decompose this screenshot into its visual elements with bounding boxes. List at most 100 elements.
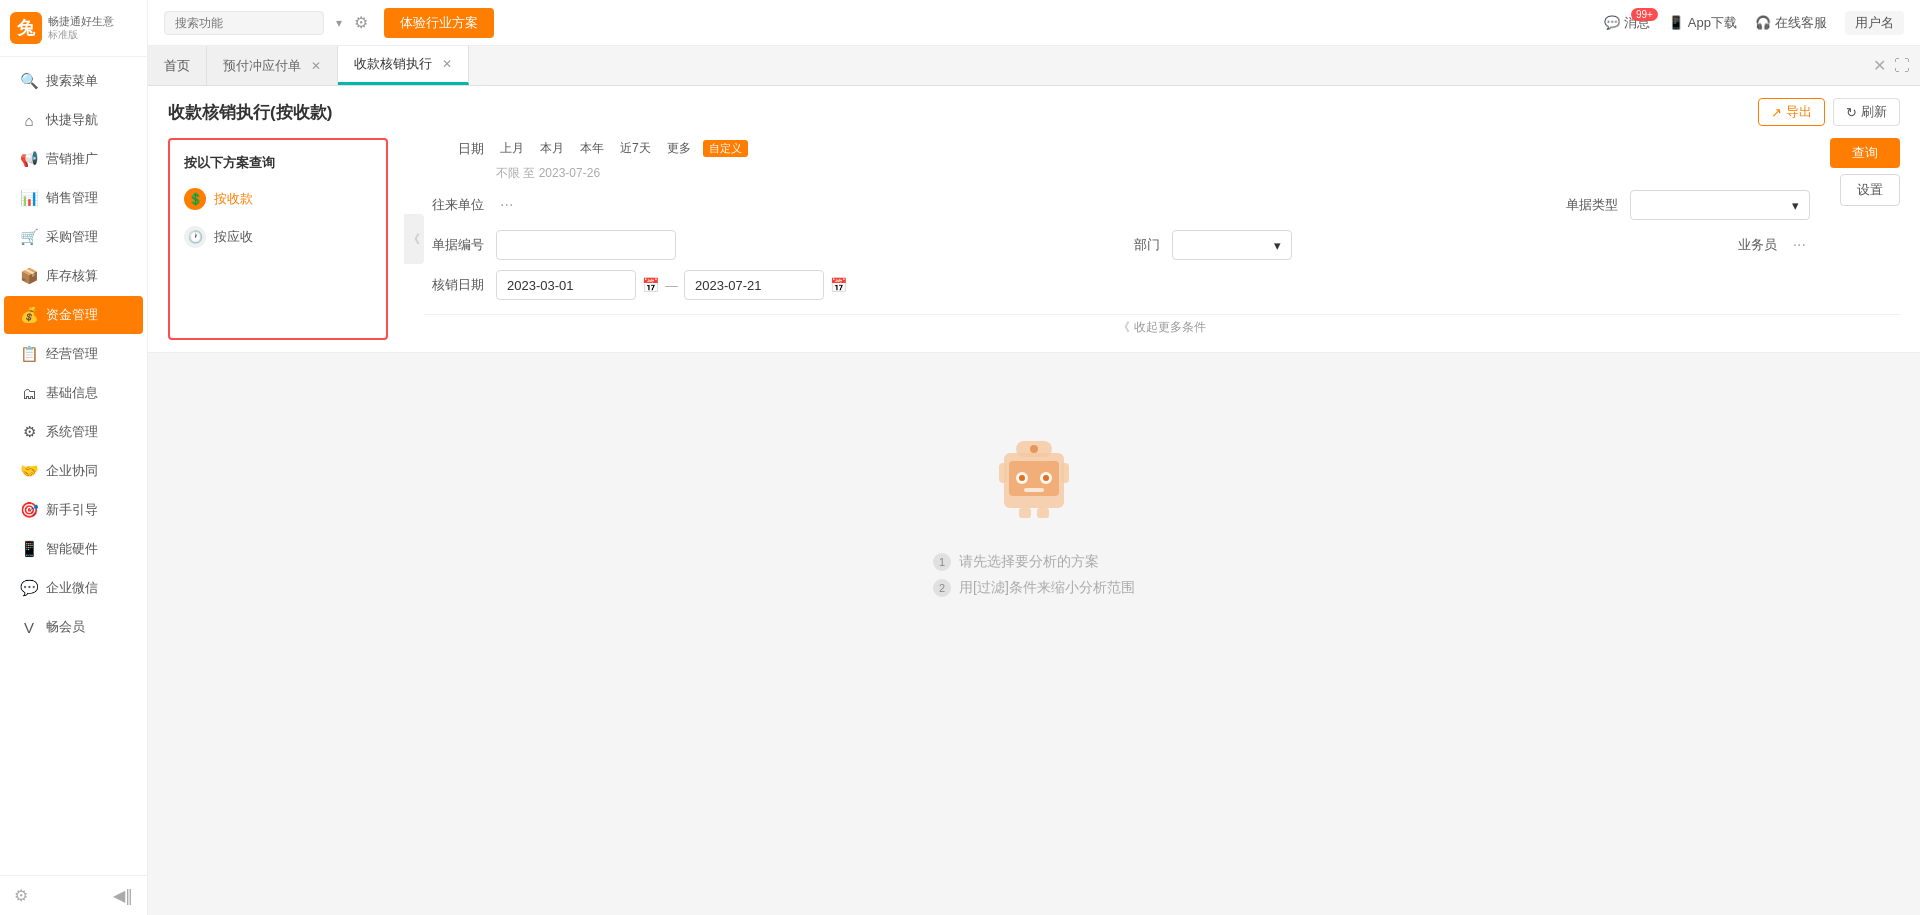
sidebar-item-wechat[interactable]: 💬 企业微信 <box>4 569 143 607</box>
online-service-btn[interactable]: 🎧 在线客服 <box>1755 14 1827 32</box>
shortcut-this-month[interactable]: 本月 <box>536 138 568 159</box>
query-btn[interactable]: 查询 <box>1830 138 1900 168</box>
filter-form: 日期 上月 本月 本年 近7天 更多 自定义 <box>424 138 1900 340</box>
verify-date-from-cal-icon[interactable]: 📅 <box>642 277 659 293</box>
sidebar-item-quick-nav[interactable]: ⌂ 快捷导航 <box>4 101 143 139</box>
dept-select[interactable]: ▾ <box>1172 230 1292 260</box>
marketing-icon: 📢 <box>20 150 38 168</box>
app-name: 畅捷通好生意 <box>48 14 114 28</box>
tab-prepay[interactable]: 预付冲应付单 ✕ <box>207 46 338 85</box>
app-logo: 兔 畅捷通好生意 标准版 <box>0 0 147 57</box>
empty-state: 1 请先选择要分析的方案 2 用[过滤]条件来缩小分析范围 <box>148 353 1920 637</box>
collapse-more-btn[interactable]: 《 收起更多条件 <box>1118 319 1206 336</box>
sidebar-nav: 🔍 搜索菜单 ⌂ 快捷导航 📢 营销推广 📊 销售管理 🛒 采购管理 📦 库存核… <box>0 57 147 875</box>
filter-row-no-limit: 不限 至 2023-07-26 <box>424 165 1810 182</box>
page-content: 收款核销执行(按收款) ↗ 导出 ↻ 刷新 按以下方案 <box>148 86 1920 915</box>
message-btn[interactable]: 💬 消息 99+ <box>1604 14 1650 32</box>
topbar-right: 💬 消息 99+ 📱 App下载 🎧 在线客服 用户名 <box>1604 11 1904 35</box>
docno-input[interactable] <box>496 230 676 260</box>
doctype-chevron-icon: ▾ <box>1792 198 1799 213</box>
wechat-icon: 💬 <box>20 579 38 597</box>
svg-point-4 <box>1019 475 1025 481</box>
collapse-filter-btn[interactable]: 《 <box>404 214 424 264</box>
topbar: ▾ ⚙ 体验行业方案 💬 消息 99+ 📱 App下载 🎧 在线客服 用户名 <box>148 0 1920 46</box>
finance-icon: 💰 <box>20 306 38 324</box>
sidebar-item-label: 新手引导 <box>46 501 98 519</box>
app-label: App下载 <box>1688 14 1737 32</box>
custom-date-badge[interactable]: 自定义 <box>703 140 748 157</box>
filter-actions: 查询 设置 <box>1830 138 1900 206</box>
filter-row-company-doctype: 往来单位 ··· 单据类型 ▾ <box>424 190 1810 220</box>
verify-date-from-input[interactable] <box>496 270 636 300</box>
sidebar-item-basic[interactable]: 🗂 基础信息 <box>4 374 143 412</box>
sidebar-item-system[interactable]: ⚙ 系统管理 <box>4 413 143 451</box>
shortcut-this-year[interactable]: 本年 <box>576 138 608 159</box>
tab-receipts-close-icon[interactable]: ✕ <box>442 57 452 71</box>
sidebar-item-purchase[interactable]: 🛒 采购管理 <box>4 218 143 256</box>
dept-label: 部门 <box>1100 236 1160 254</box>
verify-date-to-cal-icon[interactable]: 📅 <box>830 277 847 293</box>
sidebar-item-search[interactable]: 🔍 搜索菜单 <box>4 62 143 100</box>
app-edition: 标准版 <box>48 28 114 42</box>
sidebar-item-hardware[interactable]: 📱 智能硬件 <box>4 530 143 568</box>
tab-expand-icon[interactable]: ⛶ <box>1894 57 1910 75</box>
app-download-btn[interactable]: 📱 App下载 <box>1668 14 1737 32</box>
filter-panel-title: 按以下方案查询 <box>170 150 386 180</box>
doctype-select[interactable]: ▾ <box>1630 190 1810 220</box>
inventory-icon: 📦 <box>20 267 38 285</box>
settings-icon[interactable]: ⚙ <box>14 886 28 905</box>
sidebar-item-guide[interactable]: 🎯 新手引导 <box>4 491 143 529</box>
filter-by-receivable-label: 按应收 <box>214 228 253 246</box>
svg-rect-9 <box>1019 508 1031 518</box>
sidebar-item-inventory[interactable]: 📦 库存核算 <box>4 257 143 295</box>
sidebar-item-finance[interactable]: 💰 资金管理 <box>4 296 143 334</box>
refresh-btn[interactable]: ↻ 刷新 <box>1833 98 1900 126</box>
shortcut-7days[interactable]: 近7天 <box>616 138 655 159</box>
home-icon: ⌂ <box>20 112 38 129</box>
filter-collapse-row: 《 收起更多条件 <box>424 314 1900 340</box>
filter-by-receipt[interactable]: 💲 按收款 <box>170 180 386 218</box>
sidebar-item-coop[interactable]: 🤝 企业协同 <box>4 452 143 490</box>
filter-row-verify-date: 核销日期 📅 — 📅 <box>424 270 1810 300</box>
tab-close-all-icon[interactable]: ✕ <box>1873 56 1886 75</box>
sidebar-item-marketing[interactable]: 📢 营销推广 <box>4 140 143 178</box>
coop-icon: 🤝 <box>20 462 38 480</box>
hardware-icon: 📱 <box>20 540 38 558</box>
topbar-gear-icon[interactable]: ⚙ <box>354 13 368 32</box>
tabs-actions: ✕ ⛶ <box>1863 46 1920 85</box>
sales-icon: 📊 <box>20 189 38 207</box>
export-btn[interactable]: ↗ 导出 <box>1758 98 1825 126</box>
company-select[interactable]: ··· <box>496 196 517 214</box>
svg-rect-6 <box>1024 488 1044 492</box>
shortcut-last-month[interactable]: 上月 <box>496 138 528 159</box>
company-label: 往来单位 <box>424 196 484 214</box>
logo-icon: 兔 <box>10 12 42 44</box>
purchase-icon: 🛒 <box>20 228 38 246</box>
basic-icon: 🗂 <box>20 385 38 402</box>
topbar-chevron-icon[interactable]: ▾ <box>336 16 342 30</box>
staff-select[interactable]: ··· <box>1789 236 1810 254</box>
user-info[interactable]: 用户名 <box>1845 11 1904 35</box>
sidebar-item-sales[interactable]: 📊 销售管理 <box>4 179 143 217</box>
setting-btn[interactable]: 设置 <box>1840 174 1900 206</box>
sidebar-item-member[interactable]: V 畅会员 <box>4 608 143 646</box>
filter-row-date: 日期 上月 本月 本年 近7天 更多 自定义 <box>424 138 1810 159</box>
tab-prepay-label: 预付冲应付单 <box>223 57 301 75</box>
sidebar-item-label: 销售管理 <box>46 189 98 207</box>
empty-tip-1-text: 请先选择要分析的方案 <box>959 553 1099 571</box>
verify-date-to-input[interactable] <box>684 270 824 300</box>
collapse-sidebar-btn[interactable]: ◀‖ <box>113 886 133 905</box>
tab-prepay-close-icon[interactable]: ✕ <box>311 59 321 73</box>
tab-receipts[interactable]: 收款核销执行 ✕ <box>338 46 469 85</box>
message-icon: 💬 <box>1604 15 1620 30</box>
sidebar: 兔 畅捷通好生意 标准版 🔍 搜索菜单 ⌂ 快捷导航 📢 营销推广 📊 销售管理… <box>0 0 148 915</box>
shortcut-more[interactable]: 更多 <box>663 138 695 159</box>
solution-btn[interactable]: 体验行业方案 <box>384 8 494 38</box>
system-icon: ⚙ <box>20 423 38 441</box>
message-badge: 99+ <box>1631 8 1658 21</box>
filter-by-receivable[interactable]: 🕐 按应收 <box>170 218 386 256</box>
tab-home[interactable]: 首页 <box>148 46 207 85</box>
sidebar-item-business[interactable]: 📋 经营管理 <box>4 335 143 373</box>
sidebar-item-label: 库存核算 <box>46 267 98 285</box>
topbar-search-input[interactable] <box>164 11 324 35</box>
